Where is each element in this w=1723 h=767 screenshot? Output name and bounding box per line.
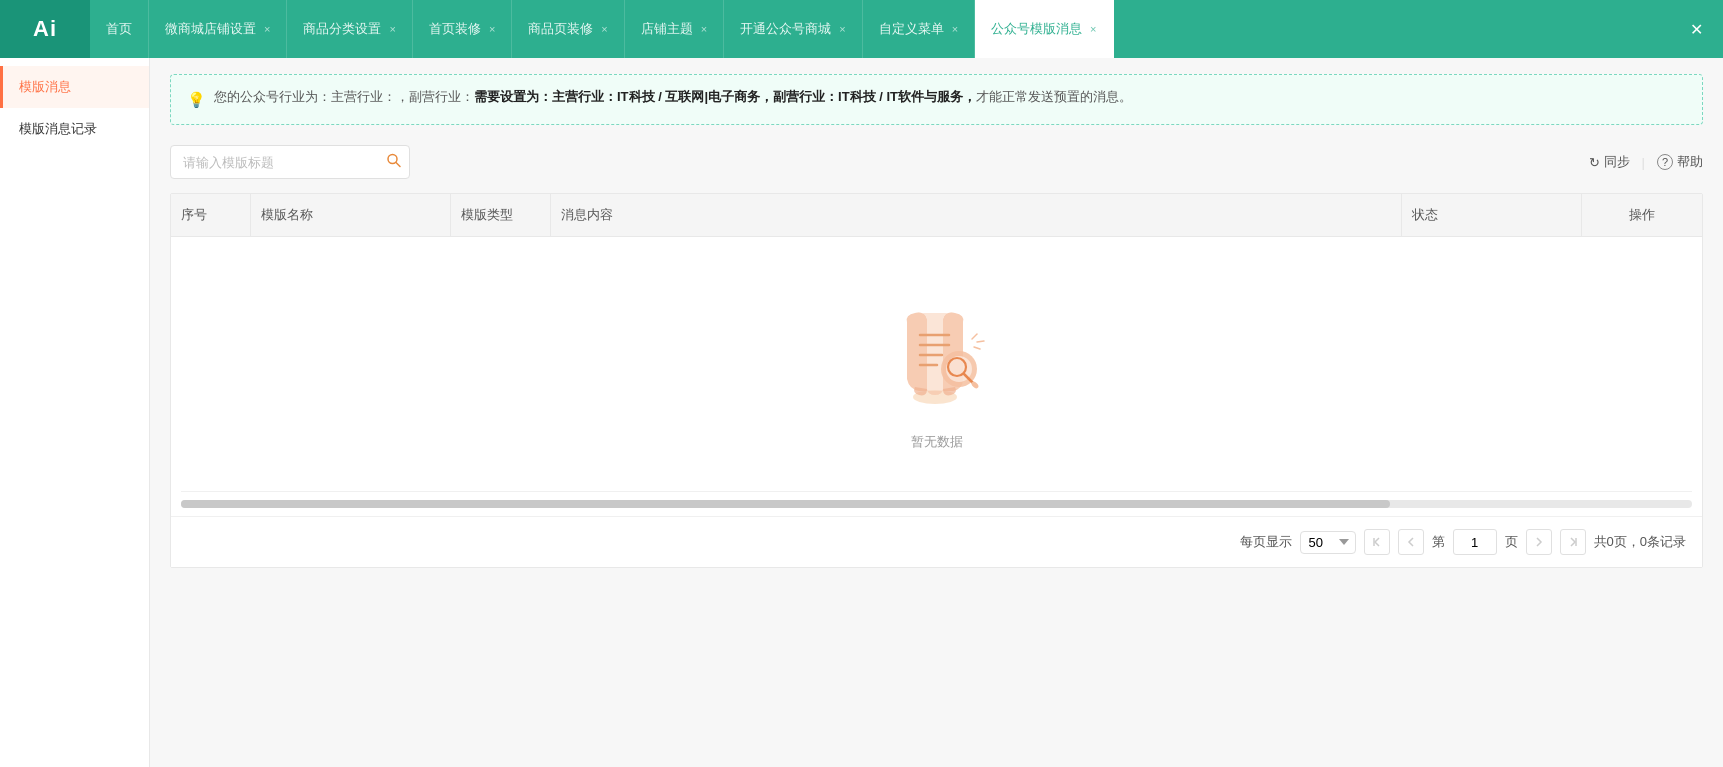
col-header-action: 操作 — [1582, 194, 1702, 236]
sidebar: 模版消息模版消息记录 — [0, 58, 150, 767]
first-page-button[interactable] — [1364, 529, 1390, 555]
empty-text: 暂无数据 — [911, 433, 963, 451]
scrollbar-thumb[interactable] — [181, 500, 1390, 508]
search-icon — [386, 153, 402, 169]
nav-tab-label: 首页 — [106, 20, 132, 38]
scrollbar-track[interactable] — [181, 500, 1692, 508]
nav-tab-首页[interactable]: 首页 — [90, 0, 149, 58]
page-size-label: 每页显示 — [1240, 533, 1292, 551]
nav-tab-商品分类设置[interactable]: 商品分类设置 × — [287, 0, 412, 58]
col-header-status: 状态 — [1402, 194, 1582, 236]
nav-tab-公众号模版消息[interactable]: 公众号模版消息 × — [975, 0, 1113, 58]
tab-close-icon[interactable]: × — [389, 23, 395, 35]
nav-tab-开通公众号商城[interactable]: 开通公众号商城 × — [724, 0, 862, 58]
next-page-icon — [1534, 537, 1544, 547]
notice-box: 💡 您的公众号行业为：主营行业：，副营行业：需要设置为：主营行业：IT科技 / … — [170, 74, 1703, 125]
help-label: 帮助 — [1677, 153, 1703, 171]
nav-tab-label: 首页装修 — [429, 20, 481, 38]
prev-page-button[interactable] — [1398, 529, 1424, 555]
prev-page-icon — [1406, 537, 1416, 547]
empty-state-icon — [877, 297, 997, 417]
nav-tab-label: 微商城店铺设置 — [165, 20, 256, 38]
page-label-after: 页 — [1505, 533, 1518, 551]
brand-logo: Ai — [0, 0, 90, 58]
nav-tab-商品页装修[interactable]: 商品页装修 × — [512, 0, 624, 58]
nav-tab-label: 商品分类设置 — [303, 20, 381, 38]
tab-close-icon[interactable]: × — [952, 23, 958, 35]
help-button[interactable]: ? 帮助 — [1657, 153, 1703, 171]
svg-line-13 — [977, 341, 984, 342]
svg-line-14 — [974, 347, 980, 349]
col-header-content: 消息内容 — [551, 194, 1402, 236]
empty-state: 暂无数据 — [171, 237, 1702, 491]
notice-text: 您的公众号行业为：主营行业：，副营行业：需要设置为：主营行业：IT科技 / 互联… — [214, 87, 1132, 108]
col-header-type: 模版类型 — [451, 194, 551, 236]
page-size-select[interactable]: 50 20 100 — [1300, 531, 1356, 554]
nav-tab-label: 店铺主题 — [641, 20, 693, 38]
help-icon: ? — [1657, 154, 1673, 170]
last-page-icon — [1567, 536, 1579, 548]
table-header: 序号 模版名称 模版类型 消息内容 状态 操作 — [171, 194, 1702, 237]
toolbar-right: ↻ 同步 | ? 帮助 — [1589, 153, 1703, 171]
svg-line-12 — [972, 334, 977, 339]
nav-tab-label: 自定义菜单 — [879, 20, 944, 38]
col-header-name: 模版名称 — [251, 194, 451, 236]
page-label-before: 第 — [1432, 533, 1445, 551]
next-page-button[interactable] — [1526, 529, 1552, 555]
toolbar-divider: | — [1642, 155, 1645, 170]
last-page-button[interactable] — [1560, 529, 1586, 555]
notice-highlight: 需要设置为：主营行业：IT科技 / 互联网|电子商务，副营行业：IT科技 / I… — [474, 89, 976, 104]
search-input[interactable] — [170, 145, 410, 179]
nav-tab-首页装修[interactable]: 首页装修 × — [413, 0, 512, 58]
sync-icon: ↻ — [1589, 155, 1600, 170]
sidebar-item-模版消息记录[interactable]: 模版消息记录 — [0, 108, 149, 150]
page-input[interactable]: 1 — [1453, 529, 1497, 555]
tab-close-icon[interactable]: × — [1090, 23, 1096, 35]
sync-button[interactable]: ↻ 同步 — [1589, 153, 1630, 171]
pagination: 每页显示 50 20 100 第 1 页 — [171, 516, 1702, 567]
notice-icon: 💡 — [187, 88, 206, 112]
nav-tab-label: 公众号模版消息 — [991, 20, 1082, 38]
total-info: 共0页，0条记录 — [1594, 533, 1686, 551]
search-input-wrap — [170, 145, 410, 179]
tab-close-icon[interactable]: × — [701, 23, 707, 35]
nav-tab-微商城店铺设置[interactable]: 微商城店铺设置 × — [149, 0, 287, 58]
nav-tab-label: 开通公众号商城 — [740, 20, 831, 38]
close-all-button[interactable]: ✕ — [1670, 20, 1723, 39]
main-content: 💡 您的公众号行业为：主营行业：，副营行业：需要设置为：主营行业：IT科技 / … — [150, 58, 1723, 767]
nav-tab-label: 商品页装修 — [528, 20, 593, 38]
data-table: 序号 模版名称 模版类型 消息内容 状态 操作 — [170, 193, 1703, 568]
tab-close-icon[interactable]: × — [839, 23, 845, 35]
scrollbar-area[interactable] — [181, 491, 1692, 516]
nav-tab-店铺主题[interactable]: 店铺主题 × — [625, 0, 724, 58]
tab-close-icon[interactable]: × — [601, 23, 607, 35]
search-bar: ↻ 同步 | ? 帮助 — [170, 145, 1703, 179]
nav-tabs: 首页微商城店铺设置×商品分类设置×首页装修×商品页装修×店铺主题×开通公众号商城… — [90, 0, 1670, 58]
tab-close-icon[interactable]: × — [489, 23, 495, 35]
main-layout: 模版消息模版消息记录 💡 您的公众号行业为：主营行业：，副营行业：需要设置为：主… — [0, 58, 1723, 767]
svg-line-1 — [396, 163, 400, 167]
tab-close-icon[interactable]: × — [264, 23, 270, 35]
sync-label: 同步 — [1604, 153, 1630, 171]
col-header-seq: 序号 — [171, 194, 251, 236]
sidebar-item-模版消息[interactable]: 模版消息 — [0, 66, 149, 108]
top-nav: Ai 首页微商城店铺设置×商品分类设置×首页装修×商品页装修×店铺主题×开通公众… — [0, 0, 1723, 58]
search-button[interactable] — [386, 153, 402, 172]
first-page-icon — [1371, 536, 1383, 548]
nav-tab-自定义菜单[interactable]: 自定义菜单 × — [863, 0, 975, 58]
